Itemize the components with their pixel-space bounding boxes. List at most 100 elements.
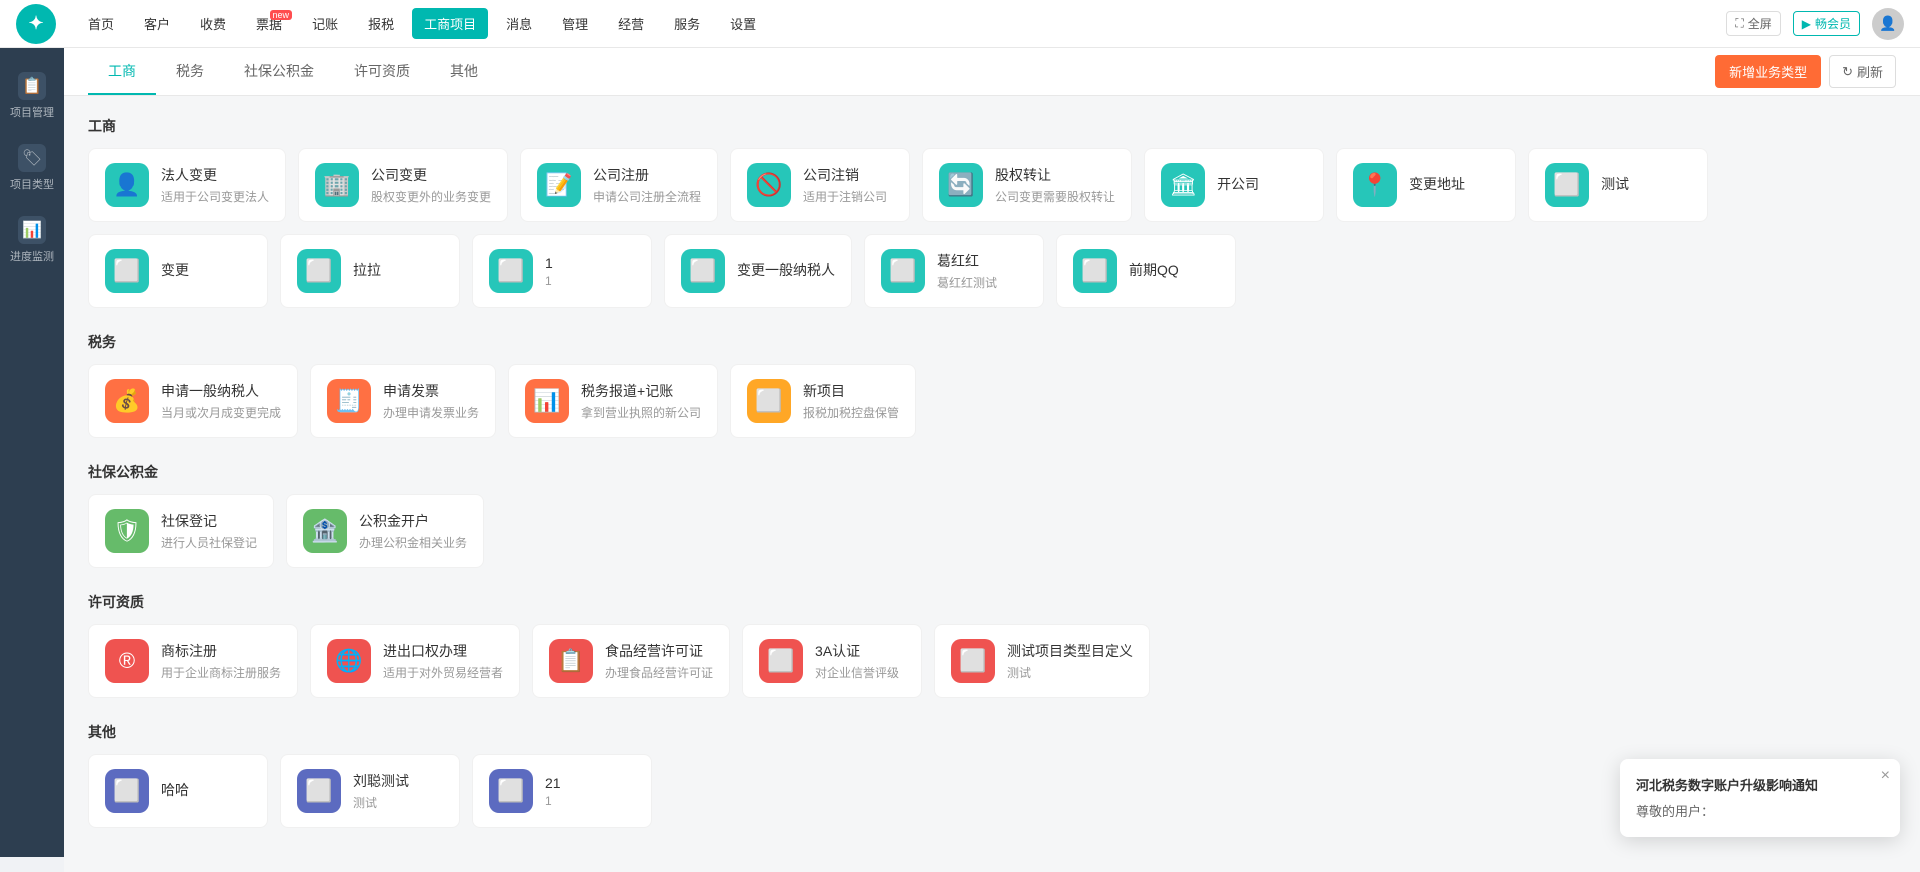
card-test1[interactable]: ⬜ 测试 xyxy=(1528,148,1708,222)
card-name-fund-account: 公积金开户 xyxy=(359,511,467,531)
card-name-change-taxpayer: 变更一般纳税人 xyxy=(737,260,835,280)
nav-item-tickets[interactable]: 票据new xyxy=(244,8,294,39)
sidebar-label-project-type: 项目类型 xyxy=(10,176,54,192)
sidebar-item-progress-monitor[interactable]: 📊 进度监测 xyxy=(0,208,64,272)
card-info-fund-account: 公积金开户 办理公积金相关业务 xyxy=(359,511,467,551)
card-num1[interactable]: ⬜ 1 1 xyxy=(472,234,652,308)
card-icon-num1: ⬜ xyxy=(489,249,533,293)
card-change1[interactable]: ⬜ 变更 xyxy=(88,234,268,308)
card-info-liu-cong-test: 刘聪测试 测试 xyxy=(353,771,443,811)
card-fund-account[interactable]: 🏦 公积金开户 办理公积金相关业务 xyxy=(286,494,484,568)
card-name-trademark-register: 商标注册 xyxy=(161,641,281,661)
card-ge-hong-hong[interactable]: ⬜ 葛红红 葛红红测试 xyxy=(864,234,1044,308)
tab-other[interactable]: 其他 xyxy=(430,48,498,95)
card-name-change1: 变更 xyxy=(161,260,251,280)
sidebar-item-project-mgmt[interactable]: 📋 项目管理 xyxy=(0,64,64,128)
app-logo: ✦ xyxy=(16,4,56,44)
card-desc-fund-account: 办理公积金相关业务 xyxy=(359,534,467,551)
nav-item-tax[interactable]: 报税 xyxy=(356,8,406,39)
tabs: 工商税务社保公积金许可资质其他 xyxy=(88,48,498,95)
fullscreen-button[interactable]: ⛶ 全屏 xyxy=(1726,11,1780,36)
section-title-tax: 税务 xyxy=(88,332,1896,352)
content-header: 工商税务社保公积金许可资质其他 新增业务类型 ↻ 刷新 xyxy=(64,48,1920,96)
card-name-food-license: 食品经营许可证 xyxy=(605,641,713,661)
card-info-legal-change: 法人变更 适用于公司变更法人 xyxy=(161,165,269,205)
nav-item-industry[interactable]: 工商项目 xyxy=(412,8,488,39)
nav-item-home[interactable]: 首页 xyxy=(76,8,126,39)
card-icon-import-export: 🌐 xyxy=(327,639,371,683)
cards-grid-social-fund: 🛡 社保登记 进行人员社保登记 🏦 公积金开户 办理公积金相关业务 xyxy=(88,494,1896,568)
nav-item-management[interactable]: 管理 xyxy=(550,8,600,39)
card-icon-equity-transfer: 🔄 xyxy=(939,163,983,207)
fullscreen-label: 全屏 xyxy=(1748,15,1772,32)
card-icon-ge-hong-hong: ⬜ xyxy=(881,249,925,293)
nav-item-billing[interactable]: 收费 xyxy=(188,8,238,39)
nav-item-accounting[interactable]: 记账 xyxy=(300,8,350,39)
card-change-taxpayer[interactable]: ⬜ 变更一般纳税人 xyxy=(664,234,852,308)
card-social-register[interactable]: 🛡 社保登记 进行人员社保登记 xyxy=(88,494,274,568)
card-info-company-cancel: 公司注销 适用于注销公司 xyxy=(803,165,893,205)
tab-license[interactable]: 许可资质 xyxy=(334,48,430,95)
card-name-company-register: 公司注册 xyxy=(593,165,701,185)
card-tax-report-accounting[interactable]: 📊 税务报道+记账 拿到营业执照的新公司 xyxy=(508,364,718,438)
section-social-fund: 社保公积金 🛡 社保登记 进行人员社保登记 🏦 公积金开户 办理公积金相关业务 xyxy=(88,462,1896,568)
content-body: 工商 👤 法人变更 适用于公司变更法人 🏢 公司变更 股权变更外的业务变更 📝 … xyxy=(64,96,1920,872)
card-name-company-cancel: 公司注销 xyxy=(803,165,893,185)
card-liu-cong-test[interactable]: ⬜ 刘聪测试 测试 xyxy=(280,754,460,828)
card-icon-tax-report-accounting: 📊 xyxy=(525,379,569,423)
card-name-qianqi-qq: 前期QQ xyxy=(1129,260,1219,280)
card-3a-cert[interactable]: ⬜ 3A认证 对企业信誉评级 xyxy=(742,624,922,698)
card-company-register[interactable]: 📝 公司注册 申请公司注册全流程 xyxy=(520,148,718,222)
card-icon-qianqi-qq: ⬜ xyxy=(1073,249,1117,293)
card-name-num21: 21 xyxy=(545,775,635,791)
nav-item-operations[interactable]: 经营 xyxy=(606,8,656,39)
card-food-license[interactable]: 📋 食品经营许可证 办理食品经营许可证 xyxy=(532,624,730,698)
card-name-change-address: 变更地址 xyxy=(1409,174,1499,194)
avatar-icon: 👤 xyxy=(1879,15,1896,32)
section-title-other: 其他 xyxy=(88,722,1896,742)
card-haha[interactable]: ⬜ 哈哈 xyxy=(88,754,268,828)
sidebar-item-project-type[interactable]: 🏷 项目类型 xyxy=(0,136,64,200)
card-info-test-project-type: 测试项目类型目定义 测试 xyxy=(1007,641,1133,681)
card-import-export[interactable]: 🌐 进出口权办理 适用于对外贸易经营者 xyxy=(310,624,520,698)
card-legal-change[interactable]: 👤 法人变更 适用于公司变更法人 xyxy=(88,148,286,222)
card-change-address[interactable]: 📍 变更地址 xyxy=(1336,148,1516,222)
card-info-trademark-register: 商标注册 用于企业商标注册服务 xyxy=(161,641,281,681)
card-icon-apply-taxpayer: 💰 xyxy=(105,379,149,423)
avatar[interactable]: 👤 xyxy=(1872,8,1904,40)
card-company-change[interactable]: 🏢 公司变更 股权变更外的业务变更 xyxy=(298,148,508,222)
card-info-social-register: 社保登记 进行人员社保登记 xyxy=(161,511,257,551)
card-company-cancel[interactable]: 🚫 公司注销 适用于注销公司 xyxy=(730,148,910,222)
top-nav-right: ⛶ 全屏 ▶ 畅会员 👤 xyxy=(1726,8,1904,40)
new-type-button[interactable]: 新增业务类型 xyxy=(1715,55,1821,88)
card-lala[interactable]: ⬜ 拉拉 xyxy=(280,234,460,308)
card-name-apply-taxpayer: 申请一般纳税人 xyxy=(161,381,281,401)
tab-tax[interactable]: 税务 xyxy=(156,48,224,95)
tab-social-fund[interactable]: 社保公积金 xyxy=(224,48,334,95)
nav-item-settings[interactable]: 设置 xyxy=(718,8,768,39)
card-trademark-register[interactable]: ® 商标注册 用于企业商标注册服务 xyxy=(88,624,298,698)
member-button[interactable]: ▶ 畅会员 xyxy=(1793,11,1860,36)
card-new-project[interactable]: ⬜ 新项目 报税加税控盘保管 xyxy=(730,364,916,438)
nav-item-messages[interactable]: 消息 xyxy=(494,8,544,39)
header-actions: 新增业务类型 ↻ 刷新 xyxy=(1715,55,1896,88)
card-open-company[interactable]: 🏛 开公司 xyxy=(1144,148,1324,222)
card-name-test1: 测试 xyxy=(1601,174,1691,194)
card-apply-taxpayer[interactable]: 💰 申请一般纳税人 当月或次月成变更完成 xyxy=(88,364,298,438)
notification-title: 河北税务数字账户升级影响通知 xyxy=(1636,775,1884,794)
tab-industry[interactable]: 工商 xyxy=(88,48,156,95)
card-apply-invoice[interactable]: 🧾 申请发票 办理申请发票业务 xyxy=(310,364,496,438)
nav-item-clients[interactable]: 客户 xyxy=(132,8,182,39)
card-equity-transfer[interactable]: 🔄 股权转让 公司变更需要股权转让 xyxy=(922,148,1132,222)
card-desc-apply-taxpayer: 当月或次月成变更完成 xyxy=(161,404,281,421)
card-qianqi-qq[interactable]: ⬜ 前期QQ xyxy=(1056,234,1236,308)
refresh-button[interactable]: ↻ 刷新 xyxy=(1829,55,1896,88)
card-icon-liu-cong-test: ⬜ xyxy=(297,769,341,813)
main-content: 工商税务社保公积金许可资质其他 新增业务类型 ↻ 刷新 工商 👤 法人变更 适用… xyxy=(64,48,1920,872)
nav-item-services[interactable]: 服务 xyxy=(662,8,712,39)
cards-grid-industry: 👤 法人变更 适用于公司变更法人 🏢 公司变更 股权变更外的业务变更 📝 公司注… xyxy=(88,148,1896,308)
card-num21[interactable]: ⬜ 21 1 xyxy=(472,754,652,828)
notification-close-button[interactable]: × xyxy=(1881,767,1890,785)
card-test-project-type[interactable]: ⬜ 测试项目类型目定义 测试 xyxy=(934,624,1150,698)
sidebar-icon-project-type: 🏷 xyxy=(18,144,46,172)
